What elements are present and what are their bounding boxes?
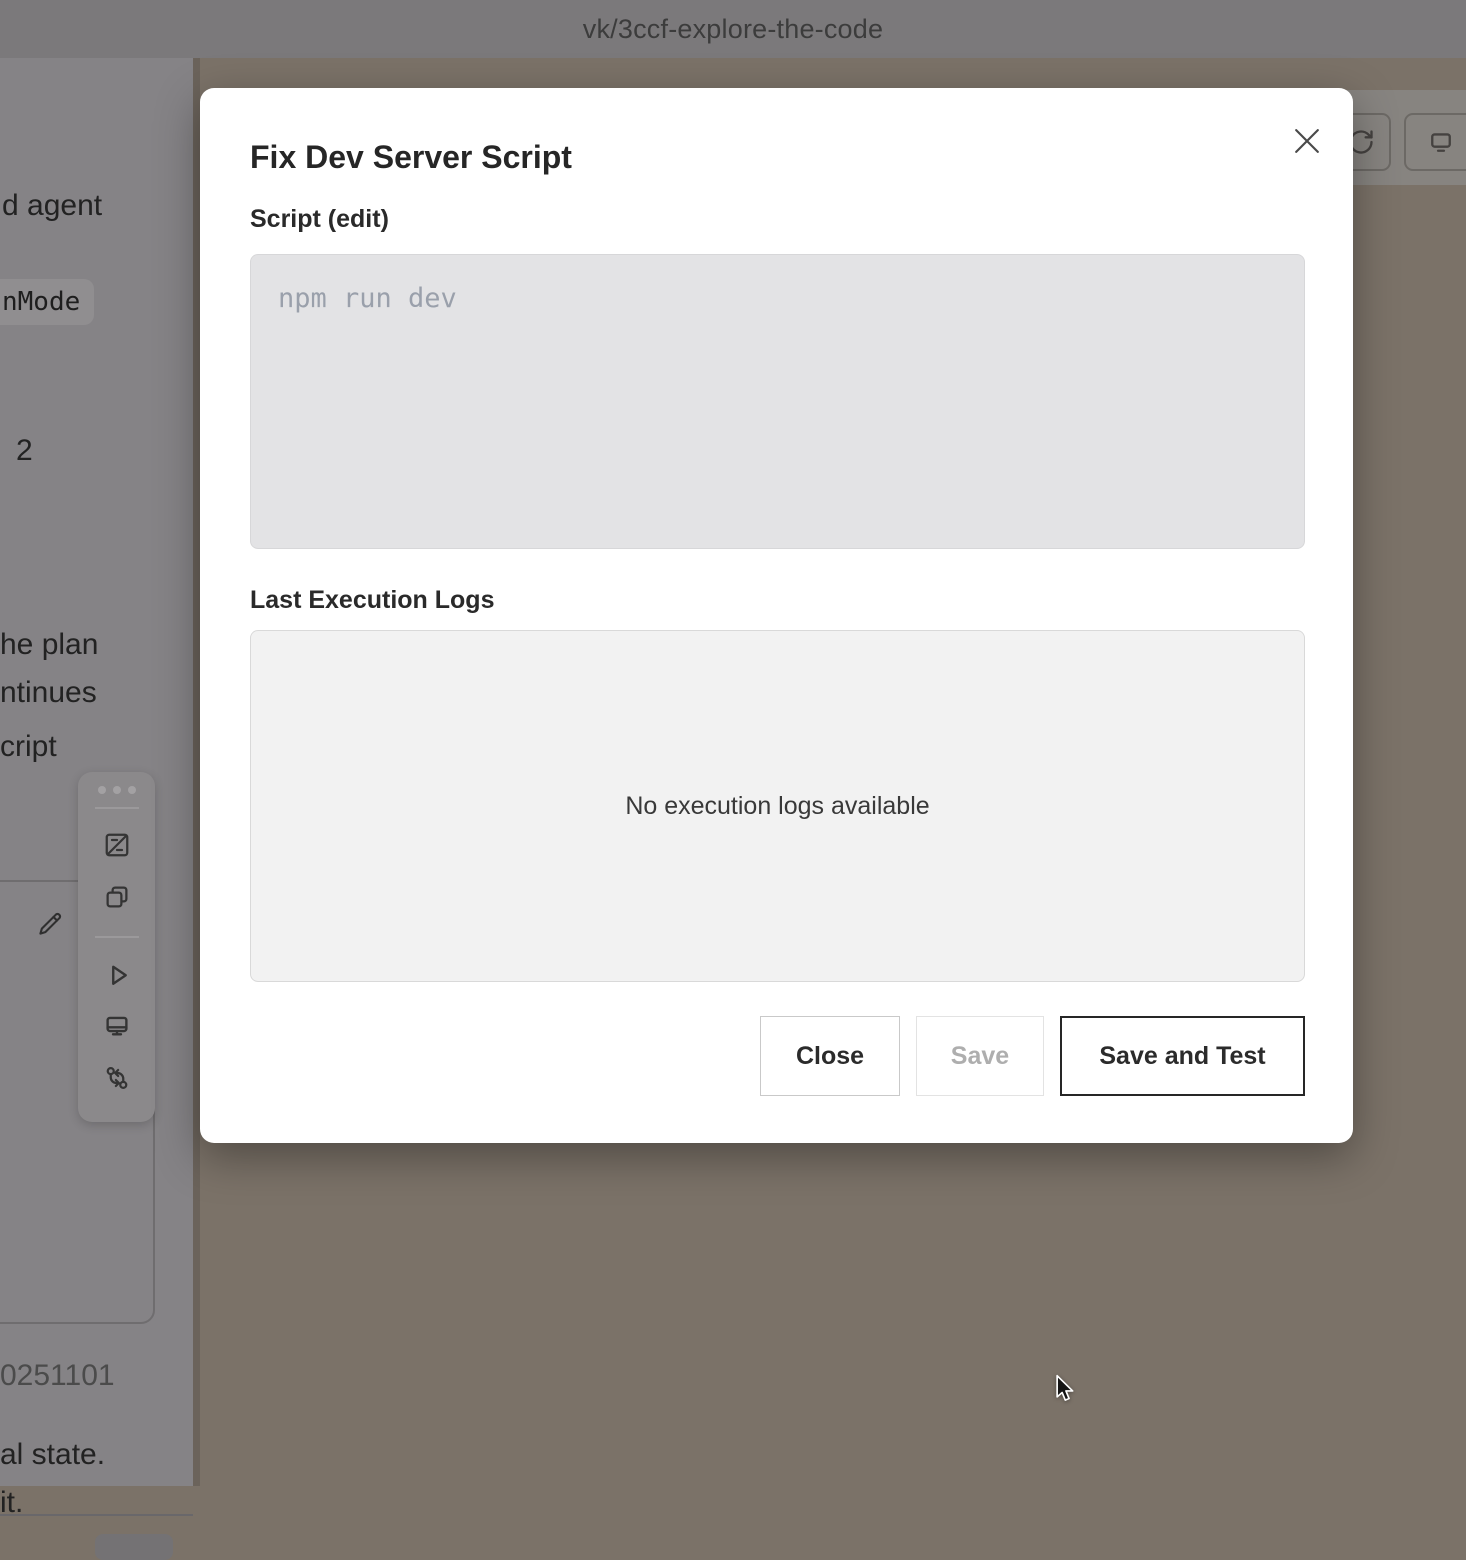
chat-text-fragment: 2 bbox=[16, 434, 33, 467]
monitor-toggle-button[interactable] bbox=[1404, 113, 1466, 171]
dialog-button-row: Close Save Save and Test bbox=[760, 1016, 1305, 1096]
save-button[interactable]: Save bbox=[916, 1016, 1044, 1096]
sidebar-bottom-button[interactable] bbox=[95, 1534, 173, 1560]
logs-empty-message: No execution logs available bbox=[625, 791, 930, 820]
slash-square-icon[interactable] bbox=[100, 828, 134, 862]
window-title-bar: vk/3ccf-explore-the-code bbox=[0, 0, 1466, 58]
panel-seam bbox=[193, 58, 200, 1486]
git-compare-icon[interactable] bbox=[100, 1061, 134, 1095]
x-icon bbox=[1295, 129, 1319, 153]
chat-text-fragment: cript bbox=[0, 730, 57, 763]
dialog-close-button[interactable] bbox=[1290, 124, 1324, 158]
chat-text-fragment: d agent bbox=[2, 189, 103, 222]
toolbar-divider bbox=[94, 807, 139, 809]
chat-sidebar: d agent nMode 2 he plan ntinues cript 02… bbox=[0, 58, 193, 1560]
sidebar-bottom-divider bbox=[0, 1514, 193, 1516]
window-title: vk/3ccf-explore-the-code bbox=[582, 13, 884, 44]
script-textarea[interactable] bbox=[250, 254, 1305, 549]
floating-toolbar bbox=[78, 772, 155, 1122]
execution-logs-box: No execution logs available bbox=[250, 630, 1305, 982]
monitor-icon[interactable] bbox=[100, 1009, 134, 1043]
chat-text-fragment: al state. bbox=[0, 1438, 106, 1471]
script-field-label: Script (edit) bbox=[250, 205, 389, 233]
chat-timestamp-fragment: 0251101 bbox=[0, 1359, 115, 1392]
chat-text-fragment: ntinues bbox=[0, 676, 97, 709]
copy-icon[interactable] bbox=[100, 880, 134, 914]
close-button[interactable]: Close bbox=[760, 1016, 900, 1096]
mode-badge: nMode bbox=[0, 279, 95, 325]
save-and-test-button[interactable]: Save and Test bbox=[1060, 1016, 1305, 1096]
toolbar-divider bbox=[94, 936, 139, 938]
chat-text-fragment: he plan bbox=[0, 628, 99, 661]
pencil-icon[interactable] bbox=[36, 910, 64, 938]
dialog-title: Fix Dev Server Script bbox=[250, 139, 572, 175]
logs-section-label: Last Execution Logs bbox=[250, 586, 495, 614]
arrow-cursor bbox=[1056, 1374, 1074, 1401]
drag-handle-dots-icon[interactable] bbox=[97, 786, 136, 794]
fix-dev-server-script-dialog: Fix Dev Server Script Script (edit) Last… bbox=[200, 88, 1353, 1143]
play-icon[interactable] bbox=[100, 957, 134, 991]
monitor-icon bbox=[1431, 133, 1451, 152]
